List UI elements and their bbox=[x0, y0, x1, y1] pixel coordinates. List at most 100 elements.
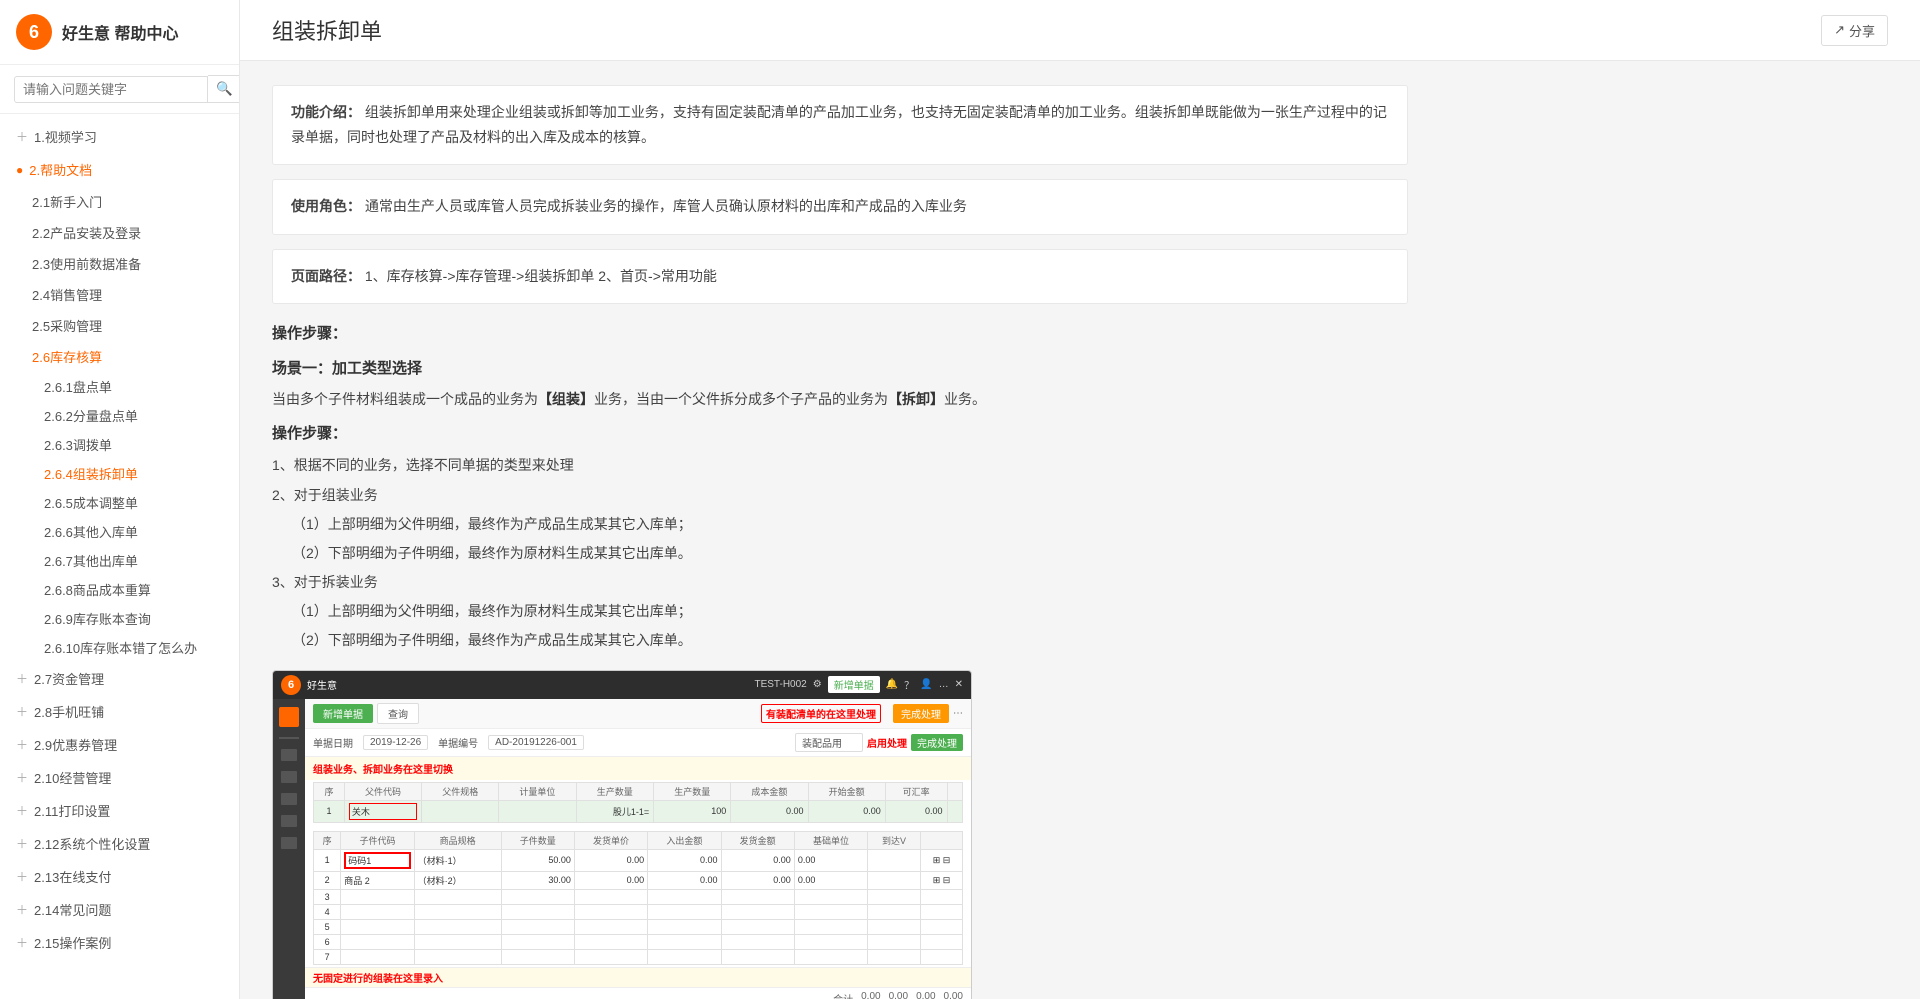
sc-bottom-table: 序 子件代码 商品规格 子件数量 发货单价 入出金额 发货金额 基础单位 到达V bbox=[313, 831, 963, 965]
sc-top-td-code[interactable]: 关木 bbox=[344, 800, 421, 822]
page-title: 组装拆卸单 bbox=[272, 14, 382, 46]
sidebar-item-2-6-1[interactable]: 2.6.1盘点单 bbox=[0, 372, 239, 401]
sc-annotation4-row: 无固定进行的组装在这里录入 bbox=[305, 967, 971, 987]
sc-field-row: 单据日期 2019-12-26 单据编号 AD-20191226-001 装配品… bbox=[305, 729, 971, 757]
sc-submit-btn[interactable]: 完成处理 bbox=[911, 734, 963, 751]
sc-btd-4-2 bbox=[414, 904, 501, 919]
sidebar-item-2-6-3[interactable]: 2.6.3调拨单 bbox=[0, 430, 239, 459]
sc-brow-6: 6 bbox=[314, 934, 963, 949]
sc-btd-4-8 bbox=[868, 904, 921, 919]
sc-type-value[interactable]: AD-20191226-001 bbox=[488, 735, 584, 750]
sidebar-item-2-6-10[interactable]: 2.6.10库存账本错了怎么办 bbox=[0, 633, 239, 662]
sc-top-td-code-input[interactable]: 关木 bbox=[349, 803, 417, 820]
sidebar-item-2-3[interactable]: 2.3使用前数据准备 bbox=[0, 248, 239, 279]
sc-btd-1-6: 0.00 bbox=[721, 849, 794, 871]
sidebar-item-2-1[interactable]: 2.1新手入门 bbox=[0, 186, 239, 217]
sidebar-item-2-14[interactable]: ＋ 2.14常见问题 bbox=[0, 893, 239, 926]
sc-nav-item2[interactable] bbox=[281, 771, 297, 783]
sc-top-td-seq: 1 bbox=[314, 800, 345, 822]
sc-select-area: 装配品用 启用处理 完成处理 bbox=[795, 733, 963, 752]
sc-nav-item1[interactable] bbox=[281, 749, 297, 761]
path-label: 页面路径： bbox=[291, 268, 361, 284]
path-block: 页面路径： 1、库存核算->库存管理->组装拆卸单 2、首页->常用功能 bbox=[272, 249, 1408, 304]
sc-bottom-header-row: 序 子件代码 商品规格 子件数量 发货单价 入出金额 发货金额 基础单位 到达V bbox=[314, 831, 963, 849]
logo-title: 好生意 帮助中心 bbox=[62, 20, 178, 44]
sidebar-item-2-13-label: 2.13在线支付 bbox=[34, 867, 111, 886]
sc-btd-6-3 bbox=[501, 934, 574, 949]
sidebar-item-2-11[interactable]: ＋ 2.11打印设置 bbox=[0, 794, 239, 827]
sidebar-item-2-8[interactable]: ＋ 2.8手机旺铺 bbox=[0, 695, 239, 728]
sc-bth-0: 序 bbox=[314, 831, 341, 849]
sc-tab-new[interactable]: 新增单据 bbox=[313, 704, 373, 723]
sidebar-item-2[interactable]: ● 2.帮助文档 bbox=[0, 153, 239, 186]
sidebar-item-2-6-8[interactable]: 2.6.8商品成本重算 bbox=[0, 575, 239, 604]
sidebar-item-2-12-label: 2.12系统个性化设置 bbox=[34, 834, 150, 853]
sc-nav-item4[interactable] bbox=[281, 815, 297, 827]
share-button[interactable]: ↗ 分享 bbox=[1821, 15, 1888, 46]
sc-new-btn[interactable]: 新增单据 bbox=[828, 676, 880, 693]
sidebar-item-2-12[interactable]: ＋ 2.12系统个性化设置 bbox=[0, 827, 239, 860]
sc-th-6: 成本金额 bbox=[731, 782, 808, 800]
sidebar-item-2-6-5-label: 2.6.5成本调整单 bbox=[44, 496, 138, 511]
sc-complete-btn[interactable]: 完成处理 bbox=[893, 704, 949, 723]
sc-date-value[interactable]: 2019-12-26 bbox=[363, 735, 428, 750]
scene1-intro: 当由多个子件材料组装成一个成品的业务为【组装】业务，当由一个父件拆分成多个子产品… bbox=[272, 386, 1408, 413]
sidebar-item-2-6-2[interactable]: 2.6.2分量盘点单 bbox=[0, 401, 239, 430]
sc-nav-home[interactable] bbox=[279, 707, 299, 727]
sc-date-label: 单据日期 bbox=[313, 735, 353, 750]
sc-close-icon[interactable]: ✕ bbox=[955, 679, 963, 690]
sc-th-2: 父件规格 bbox=[422, 782, 499, 800]
sidebar-item-2-6-5[interactable]: 2.6.5成本调整单 bbox=[0, 488, 239, 517]
sc-btd-7-5 bbox=[648, 949, 721, 964]
scene1-steps-title: 操作步骤： bbox=[272, 422, 1408, 443]
sc-top-thead: 序 父件代码 父件规格 计量单位 生产数量 生产数量 成本金额 开始金额 可汇率 bbox=[314, 782, 963, 800]
sc-btd-6-6 bbox=[721, 934, 794, 949]
scene1-intro-text: 当由多个子件材料组装成一个成品的业务为【组装】业务，当由一个父件拆分成多个子产品… bbox=[272, 391, 986, 407]
sc-btd-1-7: 0.00 bbox=[794, 849, 867, 871]
screenshot-mockup: 6 好生意 TEST-H002 ⚙ 新增单据 🔔 ？ 👤 … ✕ bbox=[272, 670, 972, 999]
search-button[interactable]: 🔍 bbox=[208, 75, 240, 103]
nav-section: ＋ 1.视频学习 ● 2.帮助文档 2.1新手入门 2.2产品安装及登录 2.3… bbox=[0, 114, 239, 965]
sidebar-item-2-7-label: 2.7资金管理 bbox=[34, 669, 104, 688]
sidebar-item-2-9-label: 2.9优惠券管理 bbox=[34, 735, 117, 754]
sidebar-item-2-6-9-label: 2.6.9库存账本查询 bbox=[44, 612, 151, 627]
sc-top-td-act bbox=[947, 800, 963, 822]
sidebar-item-2-2[interactable]: 2.2产品安装及登录 bbox=[0, 217, 239, 248]
sc-btd-1-3: 50.00 bbox=[501, 849, 574, 871]
sidebar-item-2-6[interactable]: 2.6库存核算 bbox=[0, 341, 239, 372]
sc-nav-item5[interactable] bbox=[281, 837, 297, 849]
sidebar-item-2-6-6[interactable]: 2.6.6其他入库单 bbox=[0, 517, 239, 546]
scene1-title: 场景一：加工类型选择 bbox=[272, 357, 1408, 378]
sc-top-td-start: 0.00 bbox=[808, 800, 885, 822]
sidebar-item-2-6-4[interactable]: 2.6.4组装拆卸单 bbox=[0, 459, 239, 488]
sidebar-item-2-5-label: 2.5采购管理 bbox=[32, 319, 102, 334]
sc-btd-1-4: 0.00 bbox=[574, 849, 647, 871]
sidebar-item-2-6-7[interactable]: 2.6.7其他出库单 bbox=[0, 546, 239, 575]
sidebar-item-1[interactable]: ＋ 1.视频学习 bbox=[0, 120, 239, 153]
sidebar-item-2-13[interactable]: ＋ 2.13在线支付 bbox=[0, 860, 239, 893]
sidebar-item-2-10[interactable]: ＋ 2.10经营管理 bbox=[0, 761, 239, 794]
sidebar-item-2-4[interactable]: 2.4销售管理 bbox=[0, 279, 239, 310]
sidebar-item-2-6-9[interactable]: 2.6.9库存账本查询 bbox=[0, 604, 239, 633]
sc-btd-3-7 bbox=[794, 889, 867, 904]
sc-annotation1: 有装配清单的在这里处理 bbox=[761, 704, 881, 723]
sc-btd-6-0: 6 bbox=[314, 934, 341, 949]
sc-nav-item3[interactable] bbox=[281, 793, 297, 805]
func-intro-block: 功能介绍： 组装拆卸单用来处理企业组装或拆卸等加工业务，支持有固定装配清单的产品… bbox=[272, 85, 1408, 165]
search-input[interactable] bbox=[14, 76, 208, 103]
sc-btd-7-2 bbox=[414, 949, 501, 964]
plus-icon-2-10: ＋ bbox=[16, 769, 28, 786]
sc-btd-5-0: 5 bbox=[314, 919, 341, 934]
sidebar-item-2-15[interactable]: ＋ 2.15操作案例 bbox=[0, 926, 239, 959]
step-3b: （2）下部明细为子件明细，最终作为产成品生成某其它入库单。 bbox=[292, 628, 1408, 653]
sidebar-item-2-7[interactable]: ＋ 2.7资金管理 bbox=[0, 662, 239, 695]
sidebar-item-2-9[interactable]: ＋ 2.9优惠券管理 bbox=[0, 728, 239, 761]
sidebar-item-2-5[interactable]: 2.5采购管理 bbox=[0, 310, 239, 341]
sidebar-item-2-3-label: 2.3使用前数据准备 bbox=[32, 257, 141, 272]
sc-bth-5: 入出金额 bbox=[648, 831, 721, 849]
sc-tab-query[interactable]: 查询 bbox=[377, 703, 419, 724]
search-bar: 🔍 bbox=[0, 65, 239, 114]
sidebar-item-2-6-4-label: 2.6.4组装拆卸单 bbox=[44, 467, 138, 482]
role-block: 使用角色： 通常由生产人员或库管人员完成拆装业务的操作，库管人员确认原材料的出库… bbox=[272, 179, 1408, 234]
sc-select-input[interactable]: 装配品用 bbox=[795, 733, 863, 752]
